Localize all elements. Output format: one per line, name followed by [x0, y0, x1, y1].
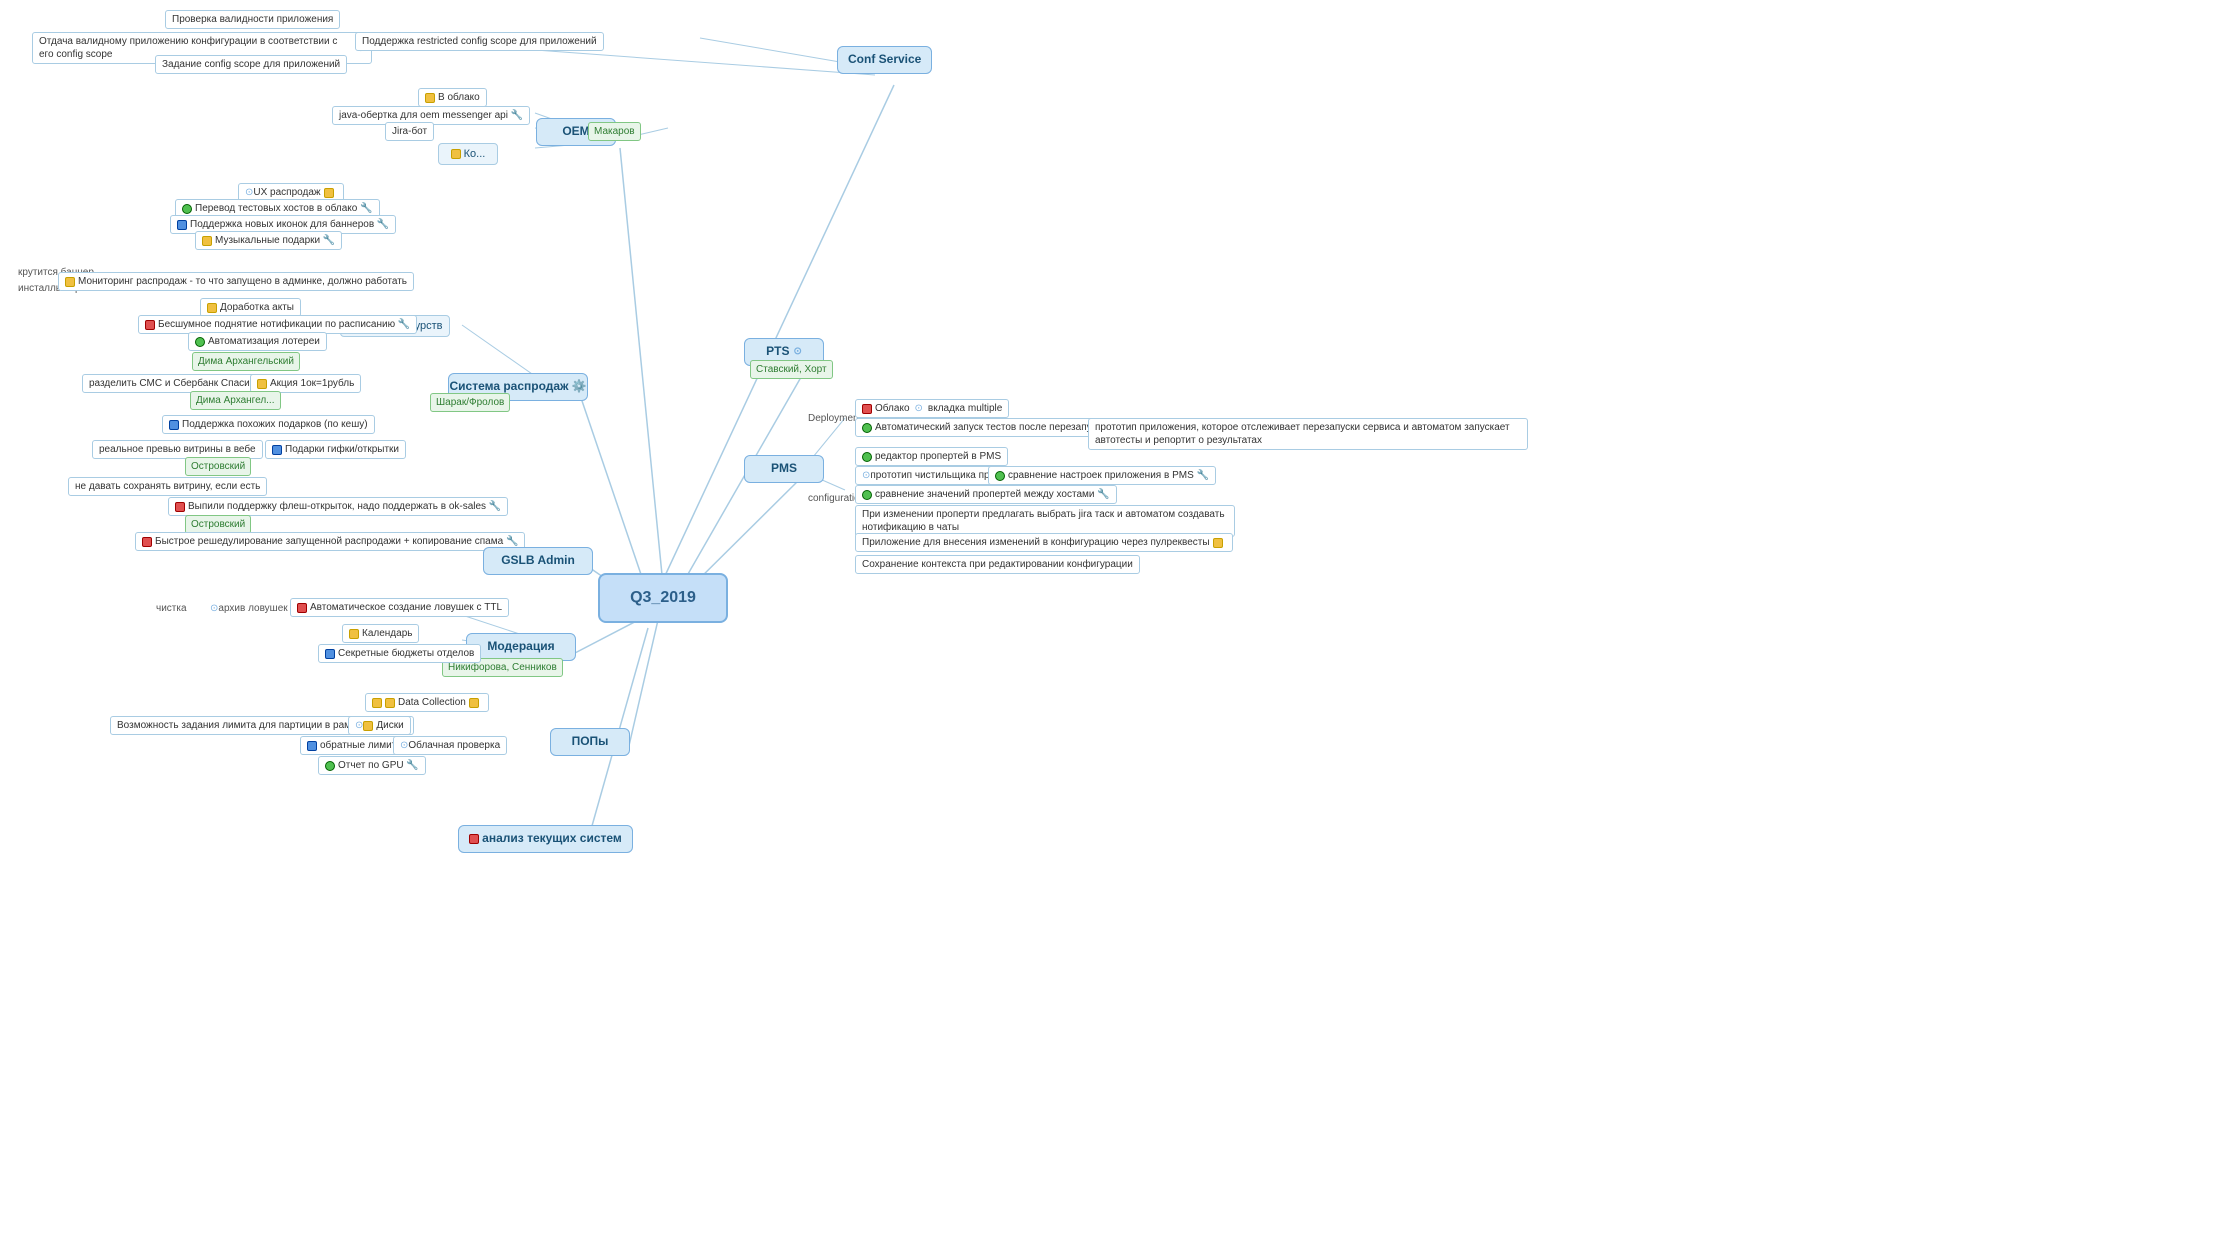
popy-node: ПОПы: [550, 728, 630, 756]
gifki-task: Подарки гифки/открытки: [265, 440, 406, 459]
conf-service-label: Conf Service: [848, 52, 921, 68]
pms-node: PMS: [744, 455, 824, 483]
chistka-label: чистка: [148, 598, 195, 619]
conf-task-4: Поддержка restricted config scope для пр…: [355, 32, 604, 51]
gpu-task: Отчет по GPU 🔧: [318, 756, 426, 775]
monitoring-task: Мониторинг распродаж - то что запущено в…: [58, 272, 414, 291]
pts-label: PTS: [766, 344, 789, 360]
analiz-node: анализ текущих систем: [458, 825, 633, 853]
pms-sravnenie1: сравнение настроек приложения в PMS 🔧: [988, 466, 1216, 485]
gslb-node: GSLB Admin: [483, 547, 593, 575]
oem-makarov: Макаров: [588, 122, 641, 141]
conf-task-3: Задание config scope для приложений: [155, 55, 347, 74]
kalendar-task: Календарь: [342, 624, 419, 643]
pms-oblako: Облако ⊙ вкладка multiple: [855, 399, 1009, 418]
bystroe-task: Быстрое решедулирование запущенной распр…: [135, 532, 525, 551]
center-node: Q3_2019: [598, 573, 728, 623]
conf-task-1: Проверка валидности приложения: [165, 10, 340, 29]
oem-task-cloud: В облако: [418, 88, 487, 107]
mindmap-container: Q3_2019 Conf Service Проверка валидности…: [0, 0, 2237, 1251]
gslb-label: GSLB Admin: [501, 553, 575, 569]
pms-editor: редактор пропертей в PMS: [855, 447, 1008, 466]
ostr1: Островский: [185, 457, 251, 476]
oem-task-jira: Jira-бот: [385, 122, 434, 141]
moderacia-node: Модерация: [466, 633, 576, 661]
moderacia-label: Модерация: [487, 639, 554, 655]
oem-label: OEM: [562, 124, 589, 140]
pts-persons: Ставский, Хорт: [750, 360, 833, 379]
arhiv-label: ⊙архив ловушек: [202, 598, 296, 619]
data-collection-task: Data Collection: [365, 693, 489, 712]
center-label: Q3_2019: [630, 588, 696, 609]
oem-task-ko: Ко...: [438, 143, 498, 165]
music-task: Музыкальные подарки 🔧: [195, 231, 342, 250]
diski-task: ⊙Диски: [348, 716, 411, 735]
lovushki-task: Автоматическое создание ловушек с TTL: [290, 598, 509, 617]
podhody-task: Поддержка похожих подарков (по кешу): [162, 415, 375, 434]
ne-davat-task: не давать сохранять витрину, если есть: [68, 477, 267, 496]
oblachnaya-task: ⊙Облачная проверка: [393, 736, 507, 755]
pms-save: Сохранение контекста при редактировании …: [855, 555, 1140, 574]
conf-service-node: Conf Service: [837, 46, 932, 74]
pms-sravnenie2: сравнение значений пропертей между хоста…: [855, 485, 1117, 504]
pms-prototip: прототип приложения, которое отслеживает…: [1088, 418, 1528, 450]
pms-prlog: Приложение для внесения изменений в конф…: [855, 533, 1233, 552]
sistema-persons: Шарак/Фролов: [430, 393, 510, 412]
pms-label: PMS: [771, 461, 797, 477]
analiz-label: анализ текущих систем: [482, 831, 622, 847]
popy-label: ПОПы: [572, 734, 609, 750]
avtomat-task: Автоматизация лотереи: [188, 332, 327, 351]
dima-arkh1: Дима Архангельский: [192, 352, 300, 371]
dima-arkh2: Дима Архангел...: [190, 391, 281, 410]
byudzhet-task: Секретные бюджеты отделов: [318, 644, 481, 663]
vypili-task: Выпили поддержку флеш-открыток, надо под…: [168, 497, 508, 516]
